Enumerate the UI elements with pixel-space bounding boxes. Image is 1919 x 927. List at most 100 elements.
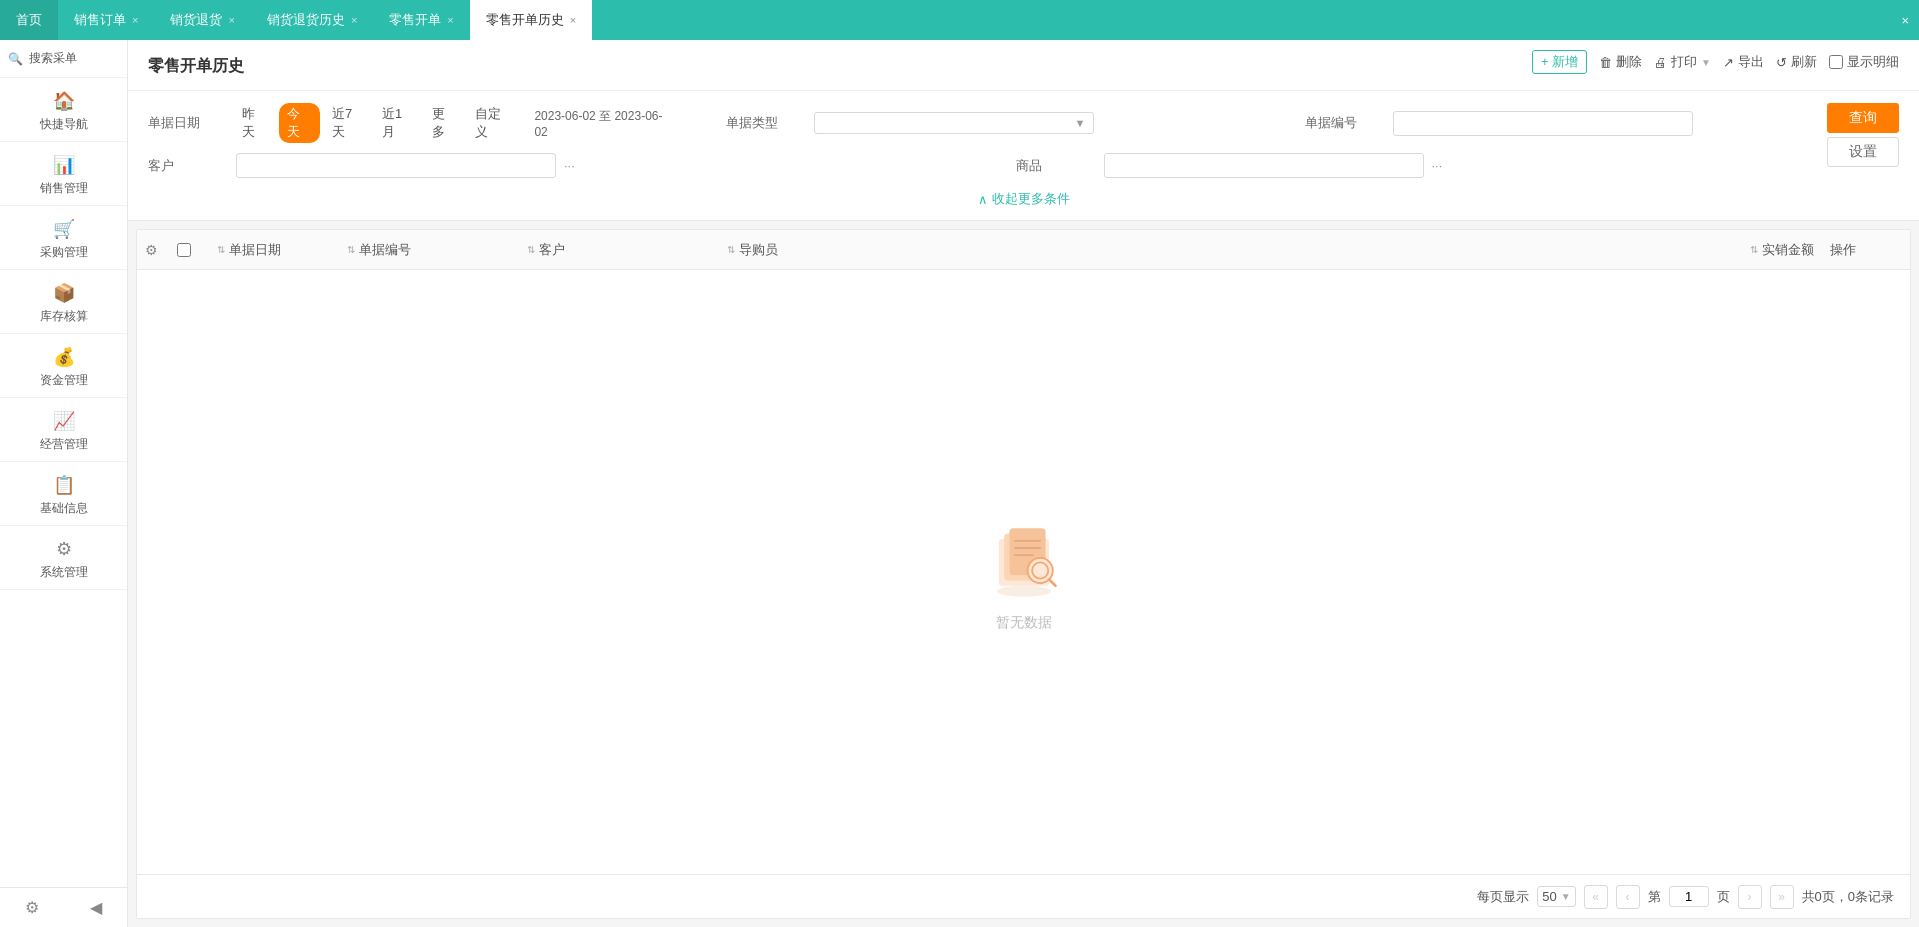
tab-retail-open-label: 零售开单	[389, 11, 441, 29]
customer-input[interactable]	[236, 153, 556, 178]
type-label: 单据类型	[726, 114, 806, 132]
sidebar-item-ops-label: 经营管理	[40, 436, 88, 453]
date-option-7days[interactable]: 近7天	[326, 103, 370, 143]
collapse-filter[interactable]: ∧ 收起更多条件	[148, 190, 1899, 208]
tab-retail-history[interactable]: 零售开单历史 ×	[470, 0, 592, 40]
type-select-arrow: ▼	[1074, 117, 1085, 129]
toolbar: + 新增 🗑 删除 🖨 打印 ▼ ↗ 导出 ↺ 刷新	[1532, 50, 1899, 82]
display-detail-checkbox[interactable]	[1829, 55, 1843, 69]
export-icon: ↗	[1723, 55, 1734, 70]
last-page-btn[interactable]: »	[1770, 885, 1794, 909]
table-body: 暂无数据	[137, 270, 1910, 874]
next-page-btn[interactable]: ›	[1738, 885, 1762, 909]
th-amount[interactable]: ⇅ 实销金额	[839, 241, 1822, 259]
th-no[interactable]: ⇅ 单据编号	[339, 241, 519, 259]
sidebar-item-purchase[interactable]: 🛒 采购管理	[0, 206, 127, 270]
tab-retail-history-close[interactable]: ×	[570, 14, 576, 26]
sidebar-item-finance-label: 资金管理	[40, 372, 88, 389]
tab-return-history[interactable]: 销货退货历史 ×	[251, 0, 373, 40]
finance-icon: 💰	[53, 346, 75, 368]
sidebar-bottom: ⚙ ◀	[0, 887, 127, 927]
first-page-btn[interactable]: «	[1584, 885, 1608, 909]
th-no-label: 单据编号	[359, 241, 411, 259]
tab-retail-open[interactable]: 零售开单 ×	[373, 0, 469, 40]
sidebar-search[interactable]: 🔍 搜索采单	[0, 40, 127, 78]
add-button-label: + 新增	[1541, 53, 1578, 71]
page-suffix: 页	[1717, 888, 1730, 906]
tab-retail-open-close[interactable]: ×	[447, 14, 453, 26]
date-option-yesterday[interactable]: 昨天	[236, 103, 273, 143]
date-range-display: 2023-06-02 至 2023-06-02	[534, 108, 670, 139]
column-settings-btn[interactable]: ⚙	[145, 242, 177, 258]
tab-home[interactable]: 首页	[0, 0, 58, 40]
main-layout: 🔍 搜索采单 🏠 快捷导航 📊 销售管理 🛒 采购管理 📦 库存核算 💰 资金管…	[0, 40, 1919, 927]
tab-return-close[interactable]: ×	[228, 14, 234, 26]
setting-button[interactable]: 设置	[1827, 137, 1899, 167]
select-all-checkbox[interactable]	[177, 243, 191, 257]
th-customer[interactable]: ⇅ 客户	[519, 241, 719, 259]
ops-icon: 📈	[53, 410, 75, 432]
content-area: 零售开单历史 + 新增 🗑 删除 🖨 打印 ▼ ↗ 导出	[128, 40, 1919, 927]
print-button[interactable]: 🖨 打印 ▼	[1654, 53, 1711, 71]
prev-page-btn[interactable]: ‹	[1616, 885, 1640, 909]
empty-illustration	[979, 512, 1069, 602]
th-guide[interactable]: ⇅ 导购员	[719, 241, 839, 259]
no-input[interactable]	[1393, 111, 1693, 136]
tab-retail-history-label: 零售开单历史	[486, 11, 564, 29]
sidebar-item-inventory[interactable]: 📦 库存核算	[0, 270, 127, 334]
th-guide-sort-icon: ⇅	[727, 244, 735, 255]
sales-icon: 📊	[53, 154, 75, 176]
sidebar-item-system[interactable]: ⚙ 系统管理	[0, 526, 127, 590]
query-button[interactable]: 查询	[1827, 103, 1899, 133]
sidebar-item-inventory-label: 库存核算	[40, 308, 88, 325]
delete-button[interactable]: 🗑 删除	[1599, 53, 1642, 71]
page-input[interactable]	[1669, 886, 1709, 907]
goods-dots[interactable]: ···	[1432, 158, 1443, 173]
page-title: 零售开单历史	[148, 56, 244, 77]
refresh-button[interactable]: ↺ 刷新	[1776, 53, 1817, 71]
display-detail-label: 显示明细	[1847, 53, 1899, 71]
tab-return[interactable]: 销货退货 ×	[154, 0, 250, 40]
delete-button-label: 删除	[1616, 53, 1642, 71]
type-select[interactable]: ▼	[814, 112, 1094, 134]
window-close-btn[interactable]: ×	[1901, 13, 1909, 28]
sidebar-item-nav[interactable]: 🏠 快捷导航	[0, 78, 127, 142]
collapse-label: 收起更多条件	[992, 190, 1070, 208]
sidebar-item-sales-label: 销售管理	[40, 180, 88, 197]
print-arrow-icon: ▼	[1701, 57, 1711, 68]
th-no-sort-icon: ⇅	[347, 244, 355, 255]
add-button[interactable]: + 新增	[1532, 50, 1587, 74]
collapse-sidebar-btn[interactable]: ◀	[90, 898, 102, 917]
empty-state: 暂无数据	[979, 512, 1069, 632]
export-button[interactable]: ↗ 导出	[1723, 53, 1764, 71]
per-page-select[interactable]: 50 ▼	[1537, 886, 1575, 907]
sidebar-item-base[interactable]: 📋 基础信息	[0, 462, 127, 526]
tab-sales-order[interactable]: 销售订单 ×	[58, 0, 154, 40]
tab-return-history-close[interactable]: ×	[351, 14, 357, 26]
nav-tabs: 首页 销售订单 × 销货退货 × 销货退货历史 × 零售开单 × 零售开单历史 …	[0, 0, 1901, 40]
date-option-custom[interactable]: 自定义	[469, 103, 518, 143]
date-option-today[interactable]: 今天	[279, 103, 320, 143]
table-area: ⚙ ⇅ 单据日期 ⇅ 单据编号 ⇅ 客户 ⇅ 导购员	[136, 229, 1911, 919]
date-option-more[interactable]: 更多	[426, 103, 463, 143]
svg-line-9	[1049, 580, 1055, 586]
sidebar-item-sales[interactable]: 📊 销售管理	[0, 142, 127, 206]
print-button-label: 打印	[1671, 53, 1697, 71]
th-guide-label: 导购员	[739, 241, 778, 259]
th-customer-label: 客户	[539, 241, 565, 259]
tab-sales-order-label: 销售订单	[74, 11, 126, 29]
display-detail-button[interactable]: 显示明细	[1829, 53, 1899, 71]
customer-dots[interactable]: ···	[564, 158, 575, 173]
date-option-1month[interactable]: 近1月	[376, 103, 420, 143]
page-label: 第	[1648, 888, 1661, 906]
settings-bottom-btn[interactable]: ⚙	[25, 898, 39, 917]
inventory-icon: 📦	[53, 282, 75, 304]
sidebar-item-ops[interactable]: 📈 经营管理	[0, 398, 127, 462]
th-date[interactable]: ⇅ 单据日期	[209, 241, 339, 259]
tab-sales-order-close[interactable]: ×	[132, 14, 138, 26]
refresh-button-label: 刷新	[1791, 53, 1817, 71]
per-page-label: 每页显示	[1477, 888, 1529, 906]
top-nav-right: ×	[1901, 13, 1919, 28]
goods-input[interactable]	[1104, 153, 1424, 178]
sidebar-item-finance[interactable]: 💰 资金管理	[0, 334, 127, 398]
